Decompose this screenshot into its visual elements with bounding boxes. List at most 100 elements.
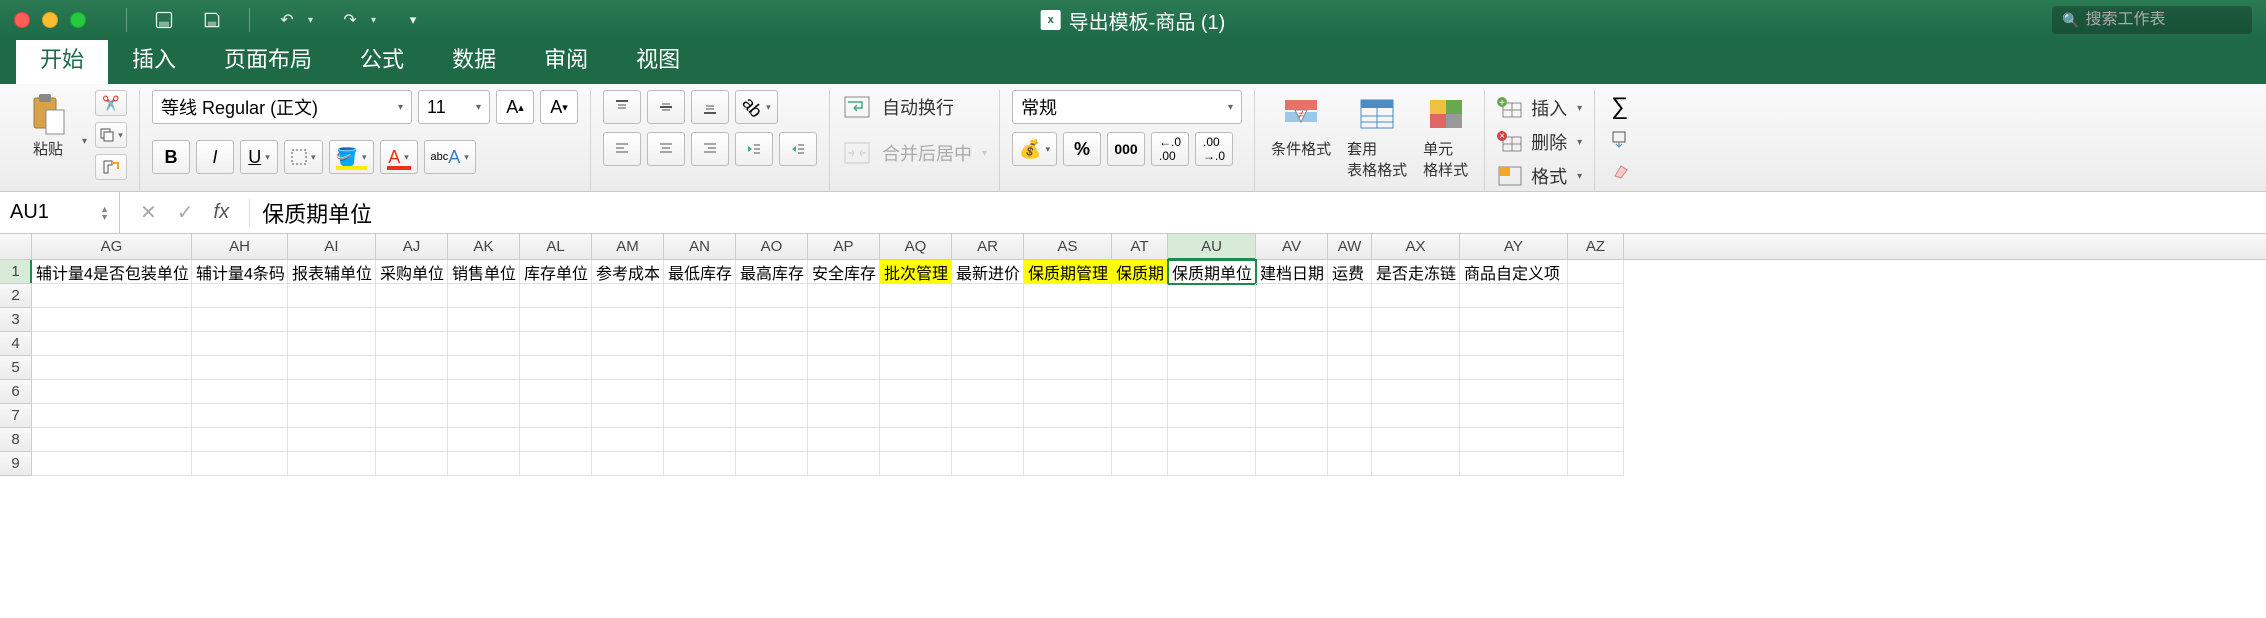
column-header[interactable]: AP bbox=[808, 234, 880, 259]
column-header[interactable]: AR bbox=[952, 234, 1024, 259]
cell[interactable] bbox=[1112, 404, 1168, 428]
cell[interactable] bbox=[288, 404, 376, 428]
cell[interactable] bbox=[520, 356, 592, 380]
cell[interactable] bbox=[192, 452, 288, 476]
cell[interactable] bbox=[288, 428, 376, 452]
cell[interactable] bbox=[1372, 404, 1460, 428]
cell[interactable] bbox=[448, 428, 520, 452]
cell[interactable] bbox=[1328, 308, 1372, 332]
cell[interactable] bbox=[1328, 284, 1372, 308]
cell[interactable] bbox=[808, 356, 880, 380]
cell[interactable] bbox=[1328, 380, 1372, 404]
cell[interactable] bbox=[664, 332, 736, 356]
spreadsheet-grid[interactable]: AGAHAIAJAKALAMANAOAPAQARASATAUAVAWAXAYAZ… bbox=[0, 234, 2266, 476]
cell[interactable] bbox=[376, 308, 448, 332]
cell[interactable] bbox=[1256, 284, 1328, 308]
cell[interactable] bbox=[592, 332, 664, 356]
cell[interactable] bbox=[192, 356, 288, 380]
cell[interactable] bbox=[1460, 404, 1568, 428]
cell[interactable] bbox=[1460, 428, 1568, 452]
cell[interactable] bbox=[1568, 356, 1624, 380]
align-middle-button[interactable] bbox=[647, 90, 685, 124]
cell[interactable] bbox=[1024, 404, 1112, 428]
cell[interactable] bbox=[1372, 380, 1460, 404]
cell[interactable] bbox=[192, 332, 288, 356]
cell[interactable] bbox=[592, 308, 664, 332]
paste-button[interactable]: 粘贴 bbox=[22, 90, 74, 161]
cell[interactable] bbox=[952, 380, 1024, 404]
column-header[interactable]: AN bbox=[664, 234, 736, 259]
format-cells-button[interactable]: 格式▾ bbox=[1497, 162, 1582, 190]
cell[interactable] bbox=[1568, 260, 1624, 284]
cell[interactable] bbox=[1372, 332, 1460, 356]
cell[interactable] bbox=[1256, 356, 1328, 380]
cell[interactable] bbox=[880, 404, 952, 428]
cell[interactable] bbox=[736, 452, 808, 476]
cell[interactable] bbox=[376, 284, 448, 308]
cut-button[interactable]: ✂️ bbox=[95, 90, 127, 116]
cell[interactable] bbox=[1460, 308, 1568, 332]
cell[interactable] bbox=[808, 284, 880, 308]
undo-icon[interactable]: ↶ bbox=[276, 9, 298, 31]
currency-button[interactable]: 💰 bbox=[1012, 132, 1057, 166]
cell[interactable] bbox=[1568, 380, 1624, 404]
cell[interactable] bbox=[192, 428, 288, 452]
cell[interactable] bbox=[1024, 332, 1112, 356]
cell[interactable]: 保质期 bbox=[1112, 260, 1168, 284]
row-header[interactable]: 5 bbox=[0, 356, 32, 380]
cell[interactable] bbox=[1328, 332, 1372, 356]
cell[interactable] bbox=[1460, 284, 1568, 308]
cell[interactable]: 保质期管理 bbox=[1024, 260, 1112, 284]
cell[interactable] bbox=[952, 332, 1024, 356]
cell[interactable] bbox=[448, 404, 520, 428]
cell[interactable] bbox=[1568, 332, 1624, 356]
row-header[interactable]: 9 bbox=[0, 452, 32, 476]
cell[interactable] bbox=[1168, 404, 1256, 428]
save-icon[interactable] bbox=[201, 9, 223, 31]
align-bottom-button[interactable] bbox=[691, 90, 729, 124]
column-header[interactable]: AS bbox=[1024, 234, 1112, 259]
cell[interactable] bbox=[1372, 428, 1460, 452]
clear-button[interactable] bbox=[1607, 158, 1635, 184]
cell[interactable] bbox=[736, 356, 808, 380]
cell[interactable] bbox=[1460, 332, 1568, 356]
font-name-select[interactable]: 等线 Regular (正文)▾ bbox=[152, 90, 412, 124]
cell[interactable] bbox=[664, 380, 736, 404]
cell[interactable] bbox=[952, 308, 1024, 332]
cancel-formula-button[interactable]: ✕ bbox=[140, 200, 157, 225]
column-header[interactable]: AW bbox=[1328, 234, 1372, 259]
cell[interactable] bbox=[592, 452, 664, 476]
cell[interactable] bbox=[520, 452, 592, 476]
cell[interactable] bbox=[1256, 404, 1328, 428]
cell[interactable] bbox=[664, 428, 736, 452]
fx-button[interactable]: fx bbox=[214, 201, 230, 224]
row-header[interactable]: 6 bbox=[0, 380, 32, 404]
cell[interactable] bbox=[808, 428, 880, 452]
cell[interactable]: 保质期单位 bbox=[1168, 260, 1256, 284]
cell[interactable] bbox=[520, 404, 592, 428]
minimize-window-button[interactable] bbox=[42, 12, 58, 28]
comma-button[interactable]: 000 bbox=[1107, 132, 1145, 166]
orientation-button[interactable]: ab bbox=[735, 90, 778, 124]
cell[interactable] bbox=[1168, 356, 1256, 380]
fill-color-button[interactable]: 🪣 bbox=[329, 140, 374, 174]
cell[interactable] bbox=[1256, 308, 1328, 332]
cell[interactable] bbox=[1568, 428, 1624, 452]
cell[interactable] bbox=[808, 452, 880, 476]
cell[interactable] bbox=[1168, 284, 1256, 308]
cell[interactable] bbox=[520, 380, 592, 404]
cell[interactable] bbox=[664, 452, 736, 476]
cell[interactable] bbox=[1568, 308, 1624, 332]
cell[interactable] bbox=[808, 308, 880, 332]
cell[interactable] bbox=[376, 332, 448, 356]
align-right-button[interactable] bbox=[691, 132, 729, 166]
cell[interactable] bbox=[192, 404, 288, 428]
cell[interactable] bbox=[1568, 404, 1624, 428]
cell[interactable] bbox=[288, 452, 376, 476]
cell[interactable] bbox=[736, 404, 808, 428]
cell[interactable] bbox=[520, 284, 592, 308]
cell[interactable] bbox=[880, 308, 952, 332]
cell[interactable] bbox=[736, 332, 808, 356]
cell[interactable] bbox=[1112, 380, 1168, 404]
cell[interactable] bbox=[1112, 428, 1168, 452]
